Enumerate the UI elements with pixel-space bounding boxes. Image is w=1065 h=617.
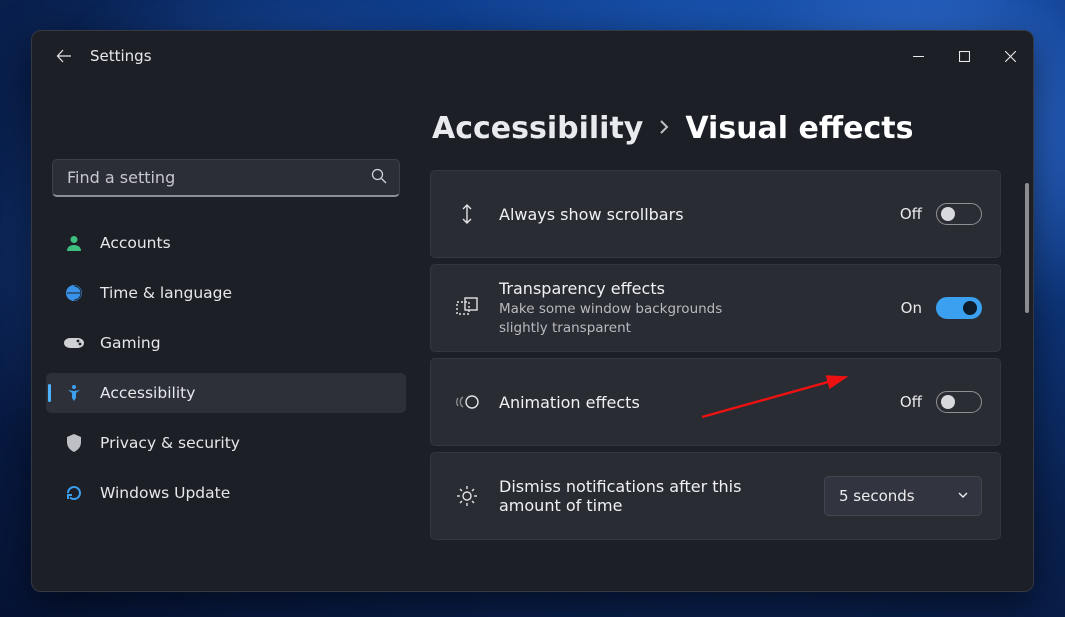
minimize-icon bbox=[913, 51, 924, 62]
shield-icon bbox=[64, 433, 84, 453]
globe-clock-icon bbox=[64, 283, 84, 303]
toggle-state-label: Off bbox=[900, 393, 922, 411]
brightness-icon bbox=[453, 485, 481, 507]
sidebar-item-accounts[interactable]: Accounts bbox=[46, 223, 406, 263]
titlebar: Settings bbox=[32, 31, 1033, 81]
sidebar-item-accessibility[interactable]: Accessibility bbox=[46, 373, 406, 413]
dismiss-duration-dropdown[interactable]: 5 seconds bbox=[824, 476, 982, 516]
setting-row-transparency[interactable]: Transparency effects Make some window ba… bbox=[430, 264, 1001, 352]
setting-title: Always show scrollbars bbox=[499, 205, 882, 224]
sidebar-item-windows-update[interactable]: Windows Update bbox=[46, 473, 406, 513]
sidebar-item-label: Privacy & security bbox=[100, 434, 240, 452]
chevron-down-icon bbox=[957, 487, 969, 505]
sidebar-item-label: Accessibility bbox=[100, 384, 195, 402]
close-icon bbox=[1005, 51, 1016, 62]
app-title: Settings bbox=[90, 47, 152, 65]
setting-title: Animation effects bbox=[499, 393, 882, 412]
maximize-icon bbox=[959, 51, 970, 62]
arrow-left-icon bbox=[56, 48, 72, 64]
chevron-right-icon bbox=[657, 117, 671, 141]
sidebar-item-apps[interactable]: Apps bbox=[46, 211, 406, 213]
breadcrumb-parent[interactable]: Accessibility bbox=[432, 111, 643, 146]
setting-title: Transparency effects bbox=[499, 279, 883, 298]
back-button[interactable] bbox=[46, 38, 82, 74]
toggle-animation[interactable] bbox=[936, 391, 982, 413]
settings-window: Settings bbox=[31, 30, 1034, 592]
content-scrollbar[interactable] bbox=[1025, 183, 1029, 579]
setting-description: Make some window backgrounds slightly tr… bbox=[499, 300, 759, 336]
search-field[interactable] bbox=[67, 168, 359, 187]
search-input[interactable] bbox=[52, 159, 400, 197]
animation-icon bbox=[453, 393, 481, 411]
close-button[interactable] bbox=[987, 37, 1033, 75]
sidebar-item-label: Time & language bbox=[100, 284, 232, 302]
setting-title: Dismiss notifications after this amount … bbox=[499, 477, 749, 515]
breadcrumb: Accessibility Visual effects bbox=[432, 111, 1017, 146]
sidebar-item-privacy-security[interactable]: Privacy & security bbox=[46, 423, 406, 463]
person-icon bbox=[64, 233, 84, 253]
maximize-button[interactable] bbox=[941, 37, 987, 75]
sidebar: Apps Accounts Time & lan bbox=[32, 81, 420, 591]
sidebar-item-label: Windows Update bbox=[100, 484, 230, 502]
setting-row-scrollbars[interactable]: Always show scrollbars Off bbox=[430, 170, 1001, 258]
sidebar-item-time-language[interactable]: Time & language bbox=[46, 273, 406, 313]
gamepad-icon bbox=[64, 333, 84, 353]
scrollbars-icon bbox=[453, 202, 481, 226]
setting-row-animation[interactable]: Animation effects Off bbox=[430, 358, 1001, 446]
toggle-state-label: Off bbox=[900, 205, 922, 223]
toggle-scrollbars[interactable] bbox=[936, 203, 982, 225]
dropdown-value: 5 seconds bbox=[839, 487, 915, 505]
window-buttons bbox=[895, 37, 1033, 75]
toggle-state-label: On bbox=[901, 299, 922, 317]
setting-row-dismiss-notifications[interactable]: Dismiss notifications after this amount … bbox=[430, 452, 1001, 540]
toggle-transparency[interactable] bbox=[936, 297, 982, 319]
accessibility-icon bbox=[64, 383, 84, 403]
update-icon bbox=[64, 483, 84, 503]
scrollbar-thumb[interactable] bbox=[1025, 183, 1029, 313]
transparency-icon bbox=[453, 297, 481, 319]
breadcrumb-current: Visual effects bbox=[685, 111, 913, 146]
sidebar-item-gaming[interactable]: Gaming bbox=[46, 323, 406, 363]
minimize-button[interactable] bbox=[895, 37, 941, 75]
content-pane: Accessibility Visual effects Always show… bbox=[420, 81, 1033, 591]
search-icon bbox=[371, 168, 387, 188]
sidebar-item-label: Gaming bbox=[100, 334, 161, 352]
sidebar-item-label: Accounts bbox=[100, 234, 171, 252]
